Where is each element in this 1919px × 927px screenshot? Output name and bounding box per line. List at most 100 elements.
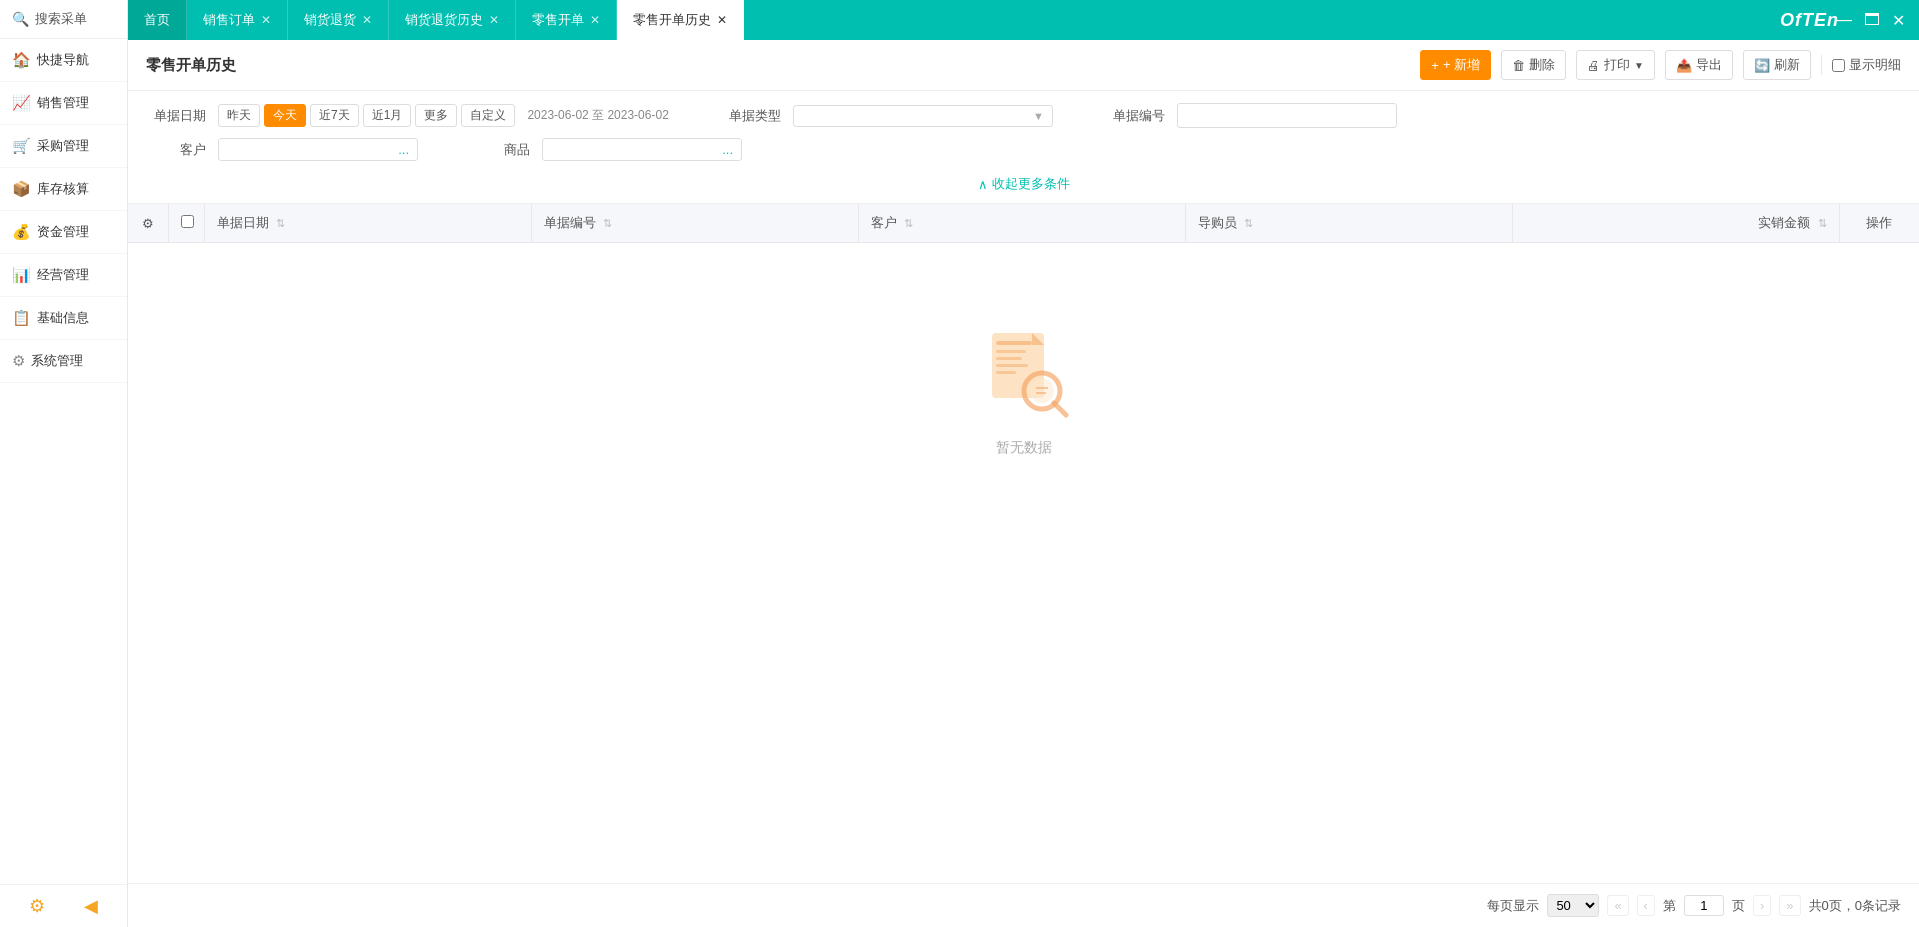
money-icon: 💰 bbox=[12, 223, 31, 241]
tab-retail-open-label: 零售开单 bbox=[532, 11, 584, 29]
svg-rect-4 bbox=[996, 364, 1028, 367]
tab-sales-return-close[interactable]: ✕ bbox=[362, 14, 372, 26]
customer-input[interactable] bbox=[227, 142, 398, 157]
tab-retail-open-close[interactable]: ✕ bbox=[590, 14, 600, 26]
amount-sort-icon: ⇅ bbox=[1818, 217, 1827, 229]
sidebar-item-label: 基础信息 bbox=[37, 309, 89, 327]
th-checkbox[interactable] bbox=[168, 204, 204, 243]
sidebar-item-operations[interactable]: 📊 经营管理 bbox=[0, 254, 127, 297]
settings-bottom-icon[interactable]: ⚙ bbox=[29, 895, 45, 917]
doc-no-label: 单据编号 bbox=[1105, 107, 1165, 125]
date-sort-icon: ⇅ bbox=[276, 217, 285, 229]
doc-type-select[interactable]: ▼ bbox=[793, 105, 1053, 127]
customer-label: 客户 bbox=[146, 141, 206, 159]
settings-icon[interactable]: ⚙ bbox=[142, 216, 154, 231]
date-btn-today[interactable]: 今天 bbox=[264, 104, 306, 127]
home-icon: 🏠 bbox=[12, 51, 31, 69]
sidebar-item-sales[interactable]: 📈 销售管理 bbox=[0, 82, 127, 125]
per-page-select[interactable]: 50 10 20 100 bbox=[1547, 894, 1599, 917]
tab-sales-return-history[interactable]: 销货退货历史 ✕ bbox=[389, 0, 516, 40]
tab-sales-return-history-label: 销货退货历史 bbox=[405, 11, 483, 29]
th-date-label: 单据日期 bbox=[217, 215, 269, 230]
collapse-label: 收起更多条件 bbox=[992, 175, 1070, 193]
minimize-icon[interactable]: — bbox=[1836, 11, 1852, 29]
empty-text: 暂无数据 bbox=[996, 439, 1052, 457]
gear-icon: ⚙ bbox=[12, 352, 25, 370]
sidebar-item-quick-nav[interactable]: 🏠 快捷导航 bbox=[0, 39, 127, 82]
tab-retail-open-history-close[interactable]: ✕ bbox=[717, 14, 727, 26]
close-window-icon[interactable]: ✕ bbox=[1892, 11, 1905, 30]
sidebar-item-label: 系统管理 bbox=[31, 352, 83, 370]
customer-ellipsis-btn[interactable]: ... bbox=[398, 142, 409, 157]
chart-icon: 📈 bbox=[12, 94, 31, 112]
delete-button[interactable]: 🗑 删除 bbox=[1501, 50, 1566, 80]
display-checkbox[interactable] bbox=[1832, 59, 1845, 72]
sidebar-item-system[interactable]: ⚙ 系统管理 bbox=[0, 340, 127, 383]
tab-sales-return-label: 销货退货 bbox=[304, 11, 356, 29]
page-label: 第 bbox=[1663, 897, 1676, 915]
data-table: ⚙ 单据日期 ⇅ 单据编号 ⇅ bbox=[128, 204, 1919, 537]
tab-sales-order[interactable]: 销售订单 ✕ bbox=[187, 0, 288, 40]
tab-retail-open[interactable]: 零售开单 ✕ bbox=[516, 0, 617, 40]
tab-sales-return[interactable]: 销货退货 ✕ bbox=[288, 0, 389, 40]
refresh-icon: 🔄 bbox=[1754, 58, 1770, 73]
th-amount-label: 实销金额 bbox=[1758, 215, 1810, 230]
filter-collapse-btn[interactable]: ∧ 收起更多条件 bbox=[146, 171, 1901, 197]
page-input[interactable] bbox=[1684, 895, 1724, 916]
sidebar-item-finance[interactable]: 💰 资金管理 bbox=[0, 211, 127, 254]
th-date[interactable]: 单据日期 ⇅ bbox=[204, 204, 531, 243]
th-doc-no-label: 单据编号 bbox=[544, 215, 596, 230]
th-amount[interactable]: 实销金额 ⇅ bbox=[1512, 204, 1839, 243]
tab-sales-return-history-close[interactable]: ✕ bbox=[489, 14, 499, 26]
th-customer[interactable]: 客户 ⇅ bbox=[858, 204, 1185, 243]
refresh-button[interactable]: 🔄 刷新 bbox=[1743, 50, 1811, 80]
tab-home[interactable]: 首页 bbox=[128, 0, 187, 40]
display-toggle[interactable]: 显示明细 bbox=[1832, 56, 1901, 74]
customer-input-container[interactable]: ... bbox=[218, 138, 418, 161]
export-button[interactable]: 📤 导出 bbox=[1665, 50, 1733, 80]
doc-no-input[interactable] bbox=[1177, 103, 1397, 128]
date-btn-last7[interactable]: 近7天 bbox=[310, 104, 359, 127]
table-header-row: ⚙ 单据日期 ⇅ 单据编号 ⇅ bbox=[128, 204, 1919, 243]
sidebar-item-label: 库存核算 bbox=[37, 180, 89, 198]
tab-sales-order-close[interactable]: ✕ bbox=[261, 14, 271, 26]
tab-retail-open-history-label: 零售开单历史 bbox=[633, 11, 711, 29]
product-input[interactable] bbox=[551, 142, 722, 157]
print-button[interactable]: 🖨 打印 ▼ bbox=[1576, 50, 1655, 80]
filter-row-1: 单据日期 昨天 今天 近7天 近1月 更多 自定义 2023-06-02 至 2… bbox=[146, 103, 1901, 128]
sidebar-item-purchase[interactable]: 🛒 采购管理 bbox=[0, 125, 127, 168]
last-page-btn[interactable]: » bbox=[1779, 895, 1800, 916]
product-input-container[interactable]: ... bbox=[542, 138, 742, 161]
tabbar: 首页 销售订单 ✕ 销货退货 ✕ 销货退货历史 ✕ 零售开单 ✕ 零售开单历史 … bbox=[128, 0, 1919, 40]
filter-area: 单据日期 昨天 今天 近7天 近1月 更多 自定义 2023-06-02 至 2… bbox=[128, 91, 1919, 204]
th-settings[interactable]: ⚙ bbox=[128, 204, 168, 243]
restore-icon[interactable]: 🗖 bbox=[1864, 11, 1880, 29]
empty-state: 暂无数据 bbox=[128, 243, 1919, 537]
tab-retail-open-history[interactable]: 零售开单历史 ✕ bbox=[617, 0, 744, 40]
sidebar-search[interactable]: 🔍 搜索采单 bbox=[0, 0, 127, 39]
toolbar: + + 新增 🗑 删除 🖨 打印 ▼ 📤 导出 🔄 bbox=[1420, 50, 1901, 80]
display-label: 显示明细 bbox=[1849, 56, 1901, 74]
collapse-sidebar-icon[interactable]: ◀ bbox=[84, 895, 98, 917]
select-all-checkbox[interactable] bbox=[181, 215, 194, 228]
date-btn-custom[interactable]: 自定义 bbox=[461, 104, 515, 127]
date-btn-yesterday[interactable]: 昨天 bbox=[218, 104, 260, 127]
th-actions-label: 操作 bbox=[1866, 215, 1892, 230]
date-filter-label: 单据日期 bbox=[146, 107, 206, 125]
sidebar-item-label: 采购管理 bbox=[37, 137, 89, 155]
operations-icon: 📊 bbox=[12, 266, 31, 284]
next-page-btn[interactable]: › bbox=[1753, 895, 1771, 916]
sidebar-item-inventory[interactable]: 📦 库存核算 bbox=[0, 168, 127, 211]
page-title: 零售开单历史 bbox=[146, 56, 236, 75]
date-btn-more[interactable]: 更多 bbox=[415, 104, 457, 127]
add-button[interactable]: + + 新增 bbox=[1420, 50, 1491, 80]
date-btn-last-month[interactable]: 近1月 bbox=[363, 104, 412, 127]
sidebar-item-base-info[interactable]: 📋 基础信息 bbox=[0, 297, 127, 340]
tab-sales-order-label: 销售订单 bbox=[203, 11, 255, 29]
first-page-btn[interactable]: « bbox=[1607, 895, 1628, 916]
prev-page-btn[interactable]: ‹ bbox=[1637, 895, 1655, 916]
th-salesperson[interactable]: 导购员 ⇅ bbox=[1185, 204, 1512, 243]
tabbar-window-controls: — 🗖 ✕ bbox=[1822, 11, 1919, 30]
th-doc-no[interactable]: 单据编号 ⇅ bbox=[531, 204, 858, 243]
product-ellipsis-btn[interactable]: ... bbox=[722, 142, 733, 157]
